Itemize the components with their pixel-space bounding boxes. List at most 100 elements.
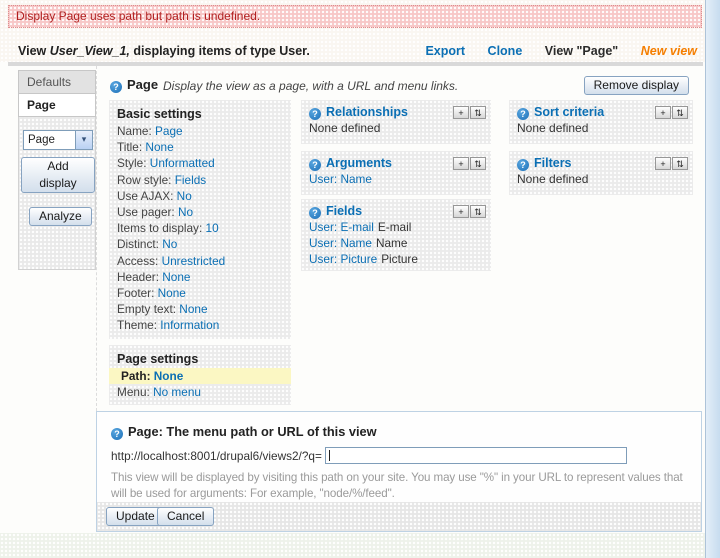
update-button[interactable]: Update	[106, 507, 165, 526]
help-icon[interactable]: ?	[110, 81, 122, 93]
path-input-wrap	[324, 447, 627, 464]
field-link[interactable]: User: Name	[309, 236, 372, 250]
rearrange-icon[interactable]: ⇅	[470, 205, 486, 218]
setting-label: Title:	[117, 140, 143, 155]
argument-item: User: Name	[309, 171, 483, 187]
help-icon[interactable]: ?	[111, 428, 123, 440]
path-form-pane: ? Page: The menu path or URL of this view…	[96, 411, 702, 532]
tab-defaults[interactable]: Defaults	[18, 70, 96, 94]
display-type-select[interactable]: Page ▾	[23, 130, 93, 150]
page-background-right	[705, 0, 720, 558]
remove-display-button[interactable]: Remove display	[583, 76, 689, 95]
setting-value-link[interactable]: None	[145, 140, 173, 154]
new-view-link[interactable]: New view	[641, 44, 697, 58]
setting-value-link[interactable]: None	[179, 302, 207, 316]
setting-label: Row style:	[117, 172, 172, 187]
setting-row: Style: Unformatted	[117, 155, 283, 171]
setting-row: Name: Page	[117, 123, 283, 139]
add-icon[interactable]: +	[453, 157, 469, 170]
view-name: User_View_1,	[49, 44, 130, 58]
clone-link[interactable]: Clone	[488, 44, 523, 58]
relationships-actions: + ⇅	[453, 106, 486, 119]
add-display-button[interactable]: Add display	[21, 157, 95, 193]
arguments-title-link[interactable]: Arguments	[326, 156, 392, 170]
text-caret	[328, 450, 330, 461]
setting-value-link[interactable]: None	[162, 270, 190, 284]
setting-row: Theme: Information	[117, 317, 283, 333]
fields-title-link[interactable]: Fields	[326, 204, 362, 218]
setting-row: Access: Unrestricted	[117, 253, 283, 269]
path-input[interactable]	[324, 447, 627, 464]
argument-link[interactable]: User: Name	[309, 172, 372, 186]
setting-value-link[interactable]: 10	[206, 221, 219, 235]
page-settings-box: Page settings Path: None Menu: No menu	[109, 345, 291, 406]
field-item: User: Picture Picture	[309, 251, 483, 267]
help-icon[interactable]: ?	[309, 207, 321, 219]
setting-value-link[interactable]: None	[158, 286, 186, 300]
rearrange-icon[interactable]: ⇅	[672, 157, 688, 170]
setting-value-link[interactable]: Page	[155, 124, 183, 138]
setting-value-link[interactable]: Fields	[175, 173, 206, 187]
view-title-suffix: displaying items of type User.	[133, 44, 310, 58]
help-icon[interactable]: ?	[309, 159, 321, 171]
field-link[interactable]: User: Picture	[309, 252, 377, 266]
add-icon[interactable]: +	[453, 106, 469, 119]
view-page-link[interactable]: View "Page"	[545, 44, 618, 58]
sort-criteria-title-link[interactable]: Sort criteria	[534, 105, 604, 119]
setting-label: Distinct:	[117, 237, 159, 252]
setting-value-link[interactable]: Unformatted	[150, 156, 215, 170]
field-link[interactable]: User: E-mail	[309, 220, 374, 234]
field-label: E-mail	[377, 220, 412, 234]
filters-actions: + ⇅	[655, 157, 688, 170]
field-item: User: Name Name	[309, 235, 483, 251]
setting-value-link[interactable]: No	[177, 189, 192, 203]
add-icon[interactable]: +	[453, 205, 469, 218]
filters-empty-text: None defined	[517, 172, 589, 186]
setting-value-link[interactable]: Unrestricted	[162, 254, 226, 268]
add-icon[interactable]: +	[655, 157, 671, 170]
rearrange-icon[interactable]: ⇅	[470, 157, 486, 170]
setting-row: Use AJAX: No	[117, 188, 283, 204]
setting-label: Access:	[117, 253, 159, 268]
display-tabs-sidebar: Defaults Page Page ▾ Add display Analyze	[18, 70, 96, 270]
cancel-button[interactable]: Cancel	[157, 507, 215, 526]
arguments-box: ? Arguments + ⇅ User: Name	[301, 151, 491, 195]
field-label: Picture	[381, 252, 418, 267]
view-action-links: Export Clone View "Page" New view	[425, 44, 697, 58]
fields-actions: + ⇅	[453, 205, 486, 218]
filters-title-link[interactable]: Filters	[534, 156, 572, 170]
path-help-text: This view will be displayed by visiting …	[111, 471, 683, 500]
setting-label: Use pager:	[117, 205, 175, 220]
setting-row: Header: None	[117, 269, 283, 285]
export-link[interactable]: Export	[425, 44, 465, 58]
path-setting-row-highlighted: Path: None	[109, 368, 291, 385]
setting-value-link[interactable]: Information	[160, 318, 219, 332]
help-icon[interactable]: ?	[517, 159, 529, 171]
help-icon[interactable]: ?	[517, 108, 529, 120]
setting-label: Theme:	[117, 318, 157, 333]
arguments-actions: + ⇅	[453, 157, 486, 170]
field-item: User: E-mail E-mail	[309, 219, 483, 235]
sort-criteria-box: ? Sort criteria + ⇅ None defined	[509, 100, 693, 144]
setting-value-link[interactable]: No	[162, 237, 177, 251]
help-icon[interactable]: ?	[309, 108, 321, 120]
page-settings-title: Page settings	[117, 352, 199, 366]
setting-row: Menu: No menu	[117, 384, 283, 400]
field-label: Name	[375, 236, 408, 251]
rearrange-icon[interactable]: ⇅	[470, 106, 486, 119]
setting-row: Distinct: No	[117, 236, 283, 252]
add-icon[interactable]: +	[655, 106, 671, 119]
analyze-button[interactable]: Analyze	[29, 207, 92, 226]
relationships-title-link[interactable]: Relationships	[326, 105, 408, 119]
tab-page[interactable]: Page	[18, 93, 96, 117]
view-title: View User_View_1, displaying items of ty…	[18, 44, 310, 58]
page-background-bottom	[0, 533, 705, 558]
setting-value-link[interactable]: No	[178, 205, 193, 219]
display-title: Page	[127, 77, 159, 92]
rearrange-icon[interactable]: ⇅	[672, 106, 688, 119]
display-description: Display the view as a page, with a URL a…	[163, 79, 459, 93]
path-value-link[interactable]: None	[154, 369, 184, 383]
menu-value-link[interactable]: No menu	[153, 385, 201, 399]
sort-criteria-actions: + ⇅	[655, 106, 688, 119]
setting-label: Header:	[117, 269, 159, 284]
